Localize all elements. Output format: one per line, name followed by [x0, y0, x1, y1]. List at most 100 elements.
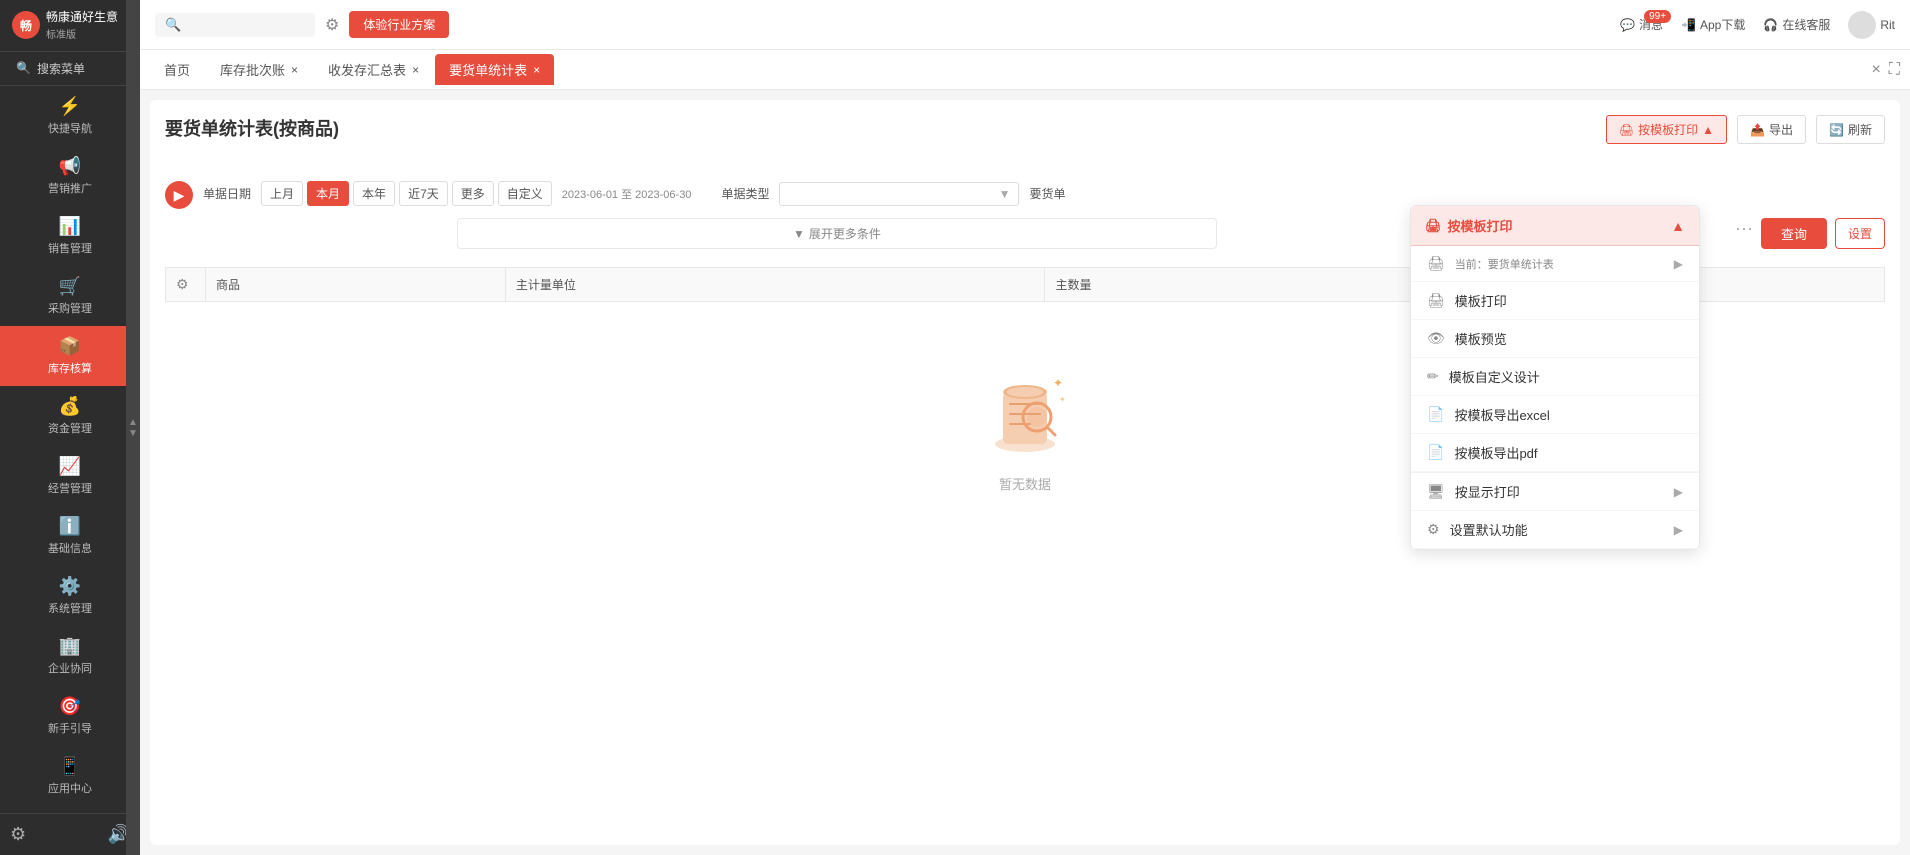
- export-btn[interactable]: 📤 导出: [1737, 115, 1806, 144]
- print-dropdown-close-btn[interactable]: ▲: [1671, 218, 1685, 234]
- tab-receipt-summary-close[interactable]: ×: [412, 63, 419, 77]
- date-btn-last-month[interactable]: 上月: [261, 181, 303, 206]
- filter-bar: 单据日期 上月 本月 本年 近7天 更多 自定义 2023-06-01 至 20…: [203, 181, 1885, 206]
- sidebar-item-system[interactable]: ⚙️ 系统管理: [0, 566, 140, 626]
- sidebar-scroll[interactable]: ▲ ▼: [126, 0, 140, 855]
- svg-text:✦: ✦: [1053, 376, 1063, 390]
- sidebar-item-newbie[interactable]: 🎯 新手引导: [0, 686, 140, 746]
- tab-order-stats-close[interactable]: ×: [533, 63, 540, 77]
- order-type-select[interactable]: ▼: [779, 182, 1019, 206]
- search-icon: 🔍: [16, 61, 31, 75]
- refresh-btn[interactable]: 🔄 刷新: [1816, 115, 1885, 144]
- user-avatar[interactable]: Rit: [1848, 11, 1895, 39]
- marketing-label: 营销推广: [48, 180, 92, 196]
- settings-btn[interactable]: 设置: [1835, 218, 1885, 249]
- print-dropdown: 🖨 按模板打印 ▲ 🖨 当前：要货单统计表 ▶ 🖨 模板打印 👁: [1410, 205, 1700, 550]
- topbar-left: 🔍 ⚙ 体验行业方案: [155, 11, 449, 38]
- sidebar-item-marketing[interactable]: 📢 营销推广: [0, 146, 140, 206]
- template-preview-icon: 👁: [1427, 330, 1445, 347]
- sidebar-item-sales[interactable]: 📊 销售管理: [0, 206, 140, 266]
- export-excel-icon: 📄: [1427, 406, 1444, 423]
- print-dropdown-item-template-print[interactable]: 🖨 模板打印: [1411, 282, 1699, 320]
- sidebar-item-wechat[interactable]: 💬 企业微信: [0, 806, 140, 813]
- quick-nav-label: 快捷导航: [48, 120, 92, 136]
- display-print-icon: 🖥: [1427, 483, 1445, 500]
- yaohuotype-label: 要货单: [1029, 185, 1065, 202]
- experience-btn[interactable]: 体验行业方案: [349, 11, 449, 38]
- online-service-label: 在线客服: [1782, 16, 1830, 33]
- print-dropdown-set-default[interactable]: ⚙ 设置默认功能 ▶: [1411, 511, 1699, 549]
- print-dropdown-current[interactable]: 🖨 当前：要货单统计表 ▶: [1411, 246, 1699, 282]
- current-icon: 🖨: [1427, 255, 1445, 272]
- sidebar-item-basic[interactable]: ℹ️ 基础信息: [0, 506, 140, 566]
- sidebar-search-menu[interactable]: 🔍 搜索菜单: [0, 52, 140, 86]
- tabbar: 首页 库存批次账 × 收发存汇总表 × 要货单统计表 × × ⛶: [140, 50, 1910, 90]
- sidebar-nav: ⚡ 快捷导航 📢 营销推广 📊 销售管理 🛒 采购管理 📦 库存核算 💰 资金管…: [0, 86, 140, 813]
- set-default-icon: ⚙: [1427, 521, 1440, 538]
- topbar-search-input[interactable]: [181, 18, 301, 32]
- newbie-icon: 🎯: [59, 696, 81, 717]
- right-buttons: ··· 查询 设置: [1735, 218, 1885, 249]
- topbar-gear-icon[interactable]: ⚙: [325, 15, 339, 35]
- print-icon: 🖨: [1619, 123, 1634, 137]
- query-btn[interactable]: 查询: [1761, 218, 1827, 249]
- date-btn-more[interactable]: 更多: [452, 181, 494, 206]
- sidebar-item-operation[interactable]: 📈 经营管理: [0, 446, 140, 506]
- print-btn[interactable]: 🖨 按模板打印 ▲: [1606, 115, 1727, 144]
- print-dropdown-item-template-design[interactable]: ✏ 模板自定义设计: [1411, 358, 1699, 396]
- th-product: 商品: [206, 268, 506, 302]
- message-btn[interactable]: 💬 消息 99+: [1620, 16, 1663, 33]
- scroll-down-icon: ▼: [128, 428, 138, 439]
- filter-expand-btn[interactable]: ▶: [165, 181, 193, 209]
- expand-conditions-btn[interactable]: ▼ 展开更多条件: [457, 218, 1217, 249]
- set-default-arrow-icon: ▶: [1674, 523, 1683, 537]
- sidebar-item-inventory[interactable]: 📦 库存核算: [0, 326, 140, 386]
- quick-nav-icon: ⚡: [59, 96, 81, 117]
- tab-maximize-icon[interactable]: ⛶: [1889, 61, 1900, 79]
- topbar-search-box[interactable]: 🔍: [155, 13, 315, 37]
- display-print-label: 按显示打印: [1455, 482, 1520, 501]
- tab-receipt-summary[interactable]: 收发存汇总表 ×: [314, 54, 433, 85]
- export-pdf-icon: 📄: [1427, 444, 1444, 461]
- page-container: 要货单统计表(按商品) 🖨 按模板打印 ▲ 📤 导出 🔄 刷新 ▶ 单据日期: [150, 100, 1900, 845]
- sidebar-item-app[interactable]: 📱 应用中心: [0, 746, 140, 806]
- settings-bottom-icon[interactable]: ⚙: [10, 824, 26, 845]
- table-gear-icon[interactable]: ⚙: [176, 276, 189, 292]
- online-service-btn[interactable]: 🎧 在线客服: [1763, 16, 1830, 33]
- sidebar-bottom: ⚙ 🔊: [0, 813, 140, 855]
- print-dropdown-display-print[interactable]: 🖥 按显示打印 ▶: [1411, 473, 1699, 511]
- tab-home[interactable]: 首页: [150, 54, 204, 85]
- tab-order-stats[interactable]: 要货单统计表 ×: [435, 54, 554, 85]
- date-btn-last-7-days[interactable]: 近7天: [399, 181, 448, 206]
- sidebar-item-enterprise[interactable]: 🏢 企业协同: [0, 626, 140, 686]
- current-arrow-icon: ▶: [1674, 257, 1683, 271]
- print-dropdown-item-export-pdf[interactable]: 📄 按模板导出pdf: [1411, 434, 1699, 472]
- print-dropdown-item-template-preview[interactable]: 👁 模板预览: [1411, 320, 1699, 358]
- expand-icon: ▼: [793, 227, 805, 241]
- app-download-btn[interactable]: 📲 App下载: [1681, 16, 1745, 33]
- date-btn-custom[interactable]: 自定义: [498, 181, 552, 206]
- tab-close-all-icon[interactable]: ×: [1871, 61, 1880, 79]
- sidebar-item-quick-nav[interactable]: ⚡ 快捷导航: [0, 86, 140, 146]
- more-dots-btn[interactable]: ···: [1735, 218, 1753, 249]
- marketing-icon: 📢: [59, 156, 81, 177]
- th-quantity: 主数量: [1045, 268, 1425, 302]
- print-dropdown-item-export-excel[interactable]: 📄 按模板导出excel: [1411, 396, 1699, 434]
- date-btn-current-month[interactable]: 本月: [307, 181, 349, 206]
- enterprise-label: 企业协同: [48, 660, 92, 676]
- print-dropdown-title: 🖨 按模板打印: [1425, 216, 1513, 235]
- tab-inventory-batch-close[interactable]: ×: [291, 63, 298, 77]
- date-range-display: 2023-06-01 至 2023-06-30: [562, 186, 692, 202]
- tab-inventory-batch[interactable]: 库存批次账 ×: [206, 54, 312, 85]
- sidebar-item-purchase[interactable]: 🛒 采购管理: [0, 266, 140, 326]
- avatar-image: [1848, 11, 1876, 39]
- set-default-left: ⚙ 设置默认功能: [1427, 520, 1528, 539]
- refresh-icon: 🔄: [1829, 123, 1844, 137]
- topbar: 🔍 ⚙ 体验行业方案 💬 消息 99+ 📲 App下载 🎧 在线客服 Rit: [140, 0, 1910, 50]
- date-filter-label: 单据日期: [203, 185, 251, 202]
- app-version: 标准版: [46, 26, 118, 41]
- date-btn-current-year[interactable]: 本年: [353, 181, 395, 206]
- sidebar-item-finance[interactable]: 💰 资金管理: [0, 386, 140, 446]
- sales-icon: 📊: [59, 216, 81, 237]
- tab-inventory-batch-label: 库存批次账: [220, 60, 285, 79]
